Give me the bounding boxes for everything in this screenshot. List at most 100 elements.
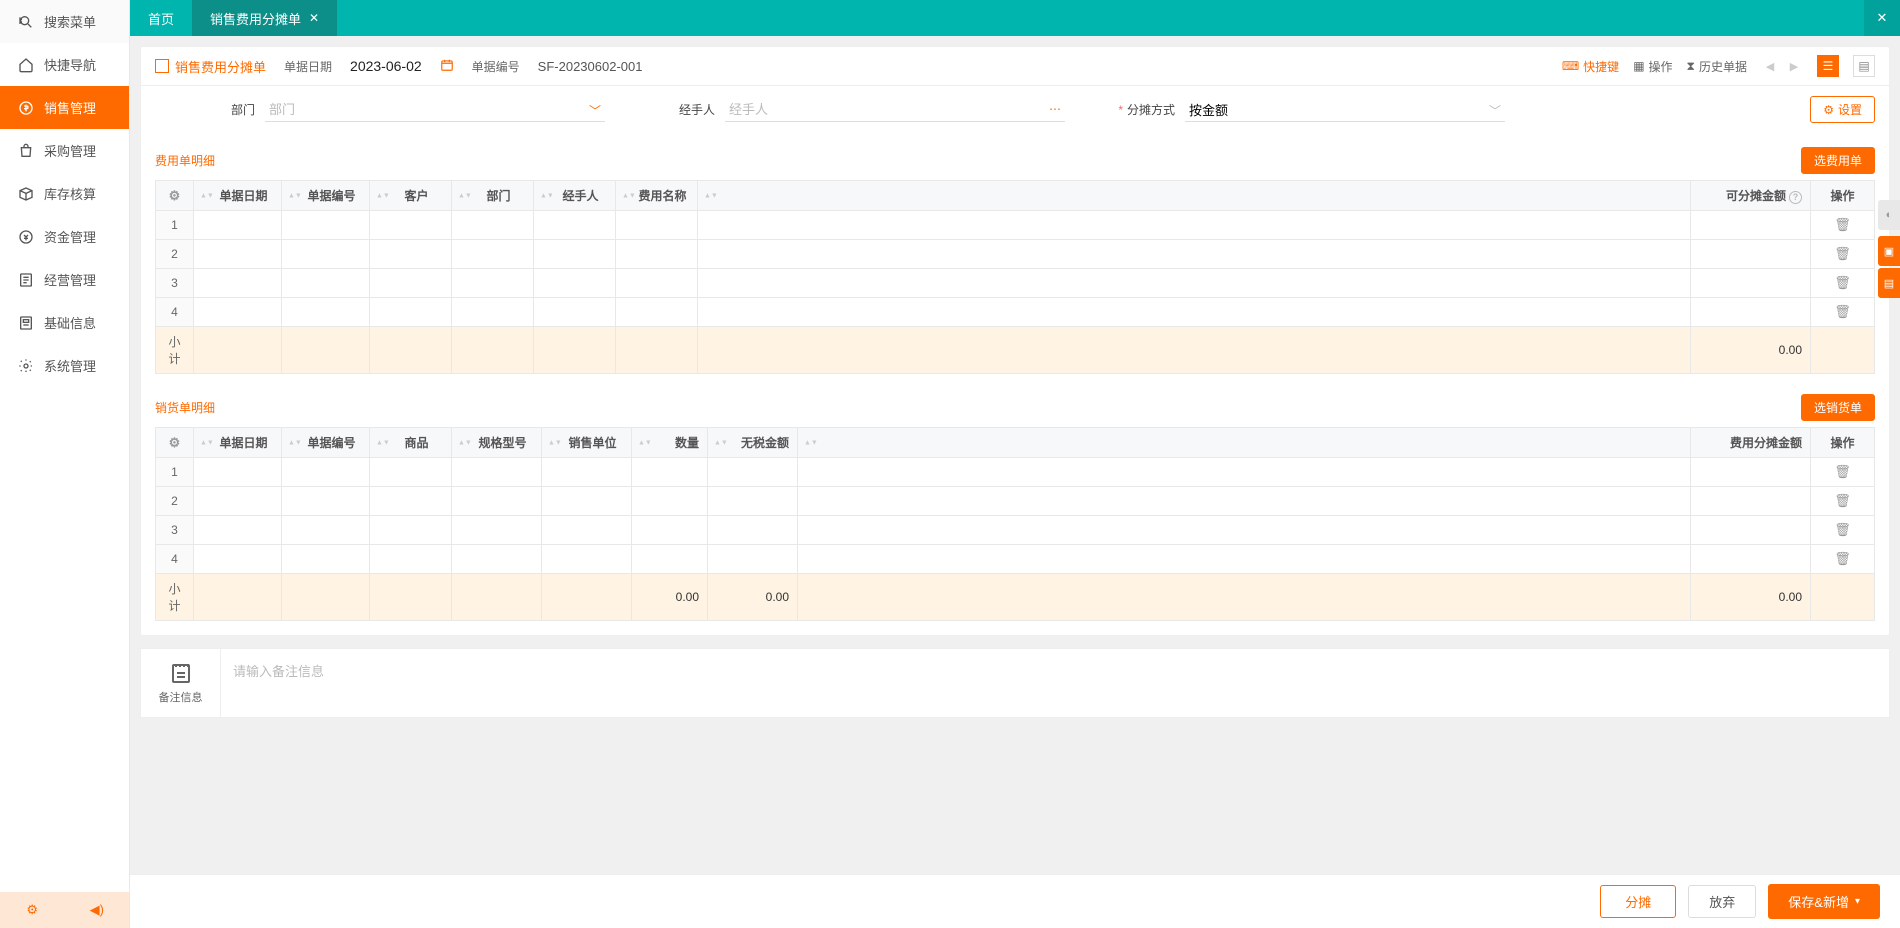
delete-icon[interactable]: 🗑 [1834,304,1851,319]
sidebar-item-finance[interactable]: 资金管理 [0,215,129,258]
section-expense-header: 费用单明细 选费用单 [141,141,1889,180]
col-gear[interactable]: ⚙ [156,428,194,458]
view-list-button[interactable]: ☰ [1817,55,1839,77]
view-card-button[interactable]: ▤ [1853,55,1875,77]
chevron-down-icon[interactable]: ﹀ [589,102,601,119]
col-feename[interactable]: ▲▼费用名称 [616,181,698,211]
delete-icon[interactable]: 🗑 [1834,275,1851,290]
delete-icon[interactable]: 🗑 [1834,464,1851,479]
sidebar-item-quicknav[interactable]: 快捷导航 [0,43,129,86]
row-number: 4 [156,298,194,327]
bag-icon [18,143,34,159]
handler-input[interactable] [725,98,1065,122]
col-gear[interactable]: ⚙ [156,181,194,211]
sidebar-item-label: 资金管理 [44,227,96,246]
col-no[interactable]: ▲▼单据编号 [282,181,370,211]
sidebar-collapse-button[interactable]: ◀) [65,892,130,928]
col-product[interactable]: ▲▼商品 [370,428,452,458]
nav-prev-button[interactable]: ◀ [1761,57,1779,75]
col-no[interactable]: ▲▼单据编号 [282,428,370,458]
col-spec[interactable]: ▲▼规格型号 [452,428,542,458]
date-value[interactable]: 2023-06-02 [350,58,422,74]
chevron-down-icon[interactable]: ﹀ [1489,102,1501,119]
sort-icon: ▲▼ [704,193,718,198]
tab-home[interactable]: 首页 [130,0,192,36]
remark-label: 备注信息 [159,689,203,705]
float-tab-collapse[interactable]: ◐ [1878,200,1900,230]
gear-icon: ⚙ [169,435,181,450]
tab-current[interactable]: 销售费用分摊单 ✕ [192,0,337,36]
discard-button[interactable]: 放弃 [1688,885,1756,918]
method-input[interactable] [1185,98,1505,122]
method-label: 分摊方式 [1115,101,1175,118]
delete-icon[interactable]: 🗑 [1834,522,1851,537]
date-label: 单据日期 [284,58,332,75]
col-alloc[interactable]: 费用分摊金额 [1691,428,1811,458]
sidebar-item-purchase[interactable]: 采购管理 [0,129,129,172]
col-alloc[interactable]: 可分摊金额? [1691,181,1811,211]
sidebar-item-system[interactable]: 系统管理 [0,344,129,387]
float-tabs: ◐ ▣ ▤ [1878,200,1900,300]
sidebar-item-inventory[interactable]: 库存核算 [0,172,129,215]
row-number: 3 [156,516,194,545]
row-number: 2 [156,487,194,516]
tab-close-all-button[interactable]: ✕ [1864,0,1900,36]
sidebar-item-search[interactable]: 搜索菜单 [0,0,129,43]
operate-button[interactable]: ▦操作 [1633,58,1672,75]
row-number: 1 [156,211,194,240]
col-dept[interactable]: ▲▼部门 [452,181,534,211]
record-nav: ◀ ▶ [1761,57,1803,75]
close-icon[interactable]: ✕ [309,11,319,25]
col-empty[interactable]: ▲▼ [798,428,1691,458]
delete-icon[interactable]: 🗑 [1834,493,1851,508]
sales-icon [18,100,34,116]
history-button[interactable]: ⧗历史单据 [1687,58,1747,75]
col-op: 操作 [1811,428,1875,458]
col-handler[interactable]: ▲▼经手人 [534,181,616,211]
delete-icon[interactable]: 🗑 [1834,246,1851,261]
float-tab-1[interactable]: ▣ [1878,236,1900,266]
sidebar-item-basicinfo[interactable]: 基础信息 [0,301,129,344]
shortcut-button[interactable]: ⌨快捷键 [1562,58,1619,75]
subtotal-value: 0.00 [1691,327,1811,374]
tabbar: 首页 销售费用分摊单 ✕ ✕ [130,0,1900,36]
delete-icon[interactable]: 🗑 [1834,217,1851,232]
col-date[interactable]: ▲▼单据日期 [194,428,282,458]
col-qty[interactable]: ▲▼数量 [632,428,708,458]
col-customer[interactable]: ▲▼客户 [370,181,452,211]
sidebar-item-sales[interactable]: 销售管理 [0,86,129,129]
remark-tab[interactable]: 备注信息 [141,649,221,717]
remark-textarea[interactable] [221,649,1889,713]
gear-icon: ⚙ [1823,103,1834,117]
nav-next-button[interactable]: ▶ [1785,57,1803,75]
sort-icon: ▲▼ [638,440,652,445]
allocate-button[interactable]: 分摊 [1600,885,1676,918]
col-untaxed[interactable]: ▲▼无税金额 [708,428,798,458]
gear-icon: ⚙ [26,902,38,918]
select-sales-button[interactable]: 选销货单 [1801,394,1875,421]
section-sales-header: 销货单明细 选销货单 [141,388,1889,427]
calendar-icon[interactable] [440,58,454,75]
save-button[interactable]: 保存&新增▾ [1768,884,1880,919]
more-icon[interactable]: ⋯ [1049,102,1061,116]
dept-label: 部门 [195,101,255,118]
expense-table: ⚙ ▲▼单据日期 ▲▼单据编号 ▲▼客户 ▲▼部门 ▲▼经手人 ▲▼费用名称 ▲… [155,180,1875,374]
float-tab-2[interactable]: ▤ [1878,268,1900,298]
subtotal-label: 小计 [156,327,194,374]
dept-input[interactable] [265,98,605,122]
sort-icon: ▲▼ [804,440,818,445]
sidebar-settings-button[interactable]: ⚙ [0,892,65,928]
settings-button[interactable]: ⚙设置 [1810,96,1875,123]
note-icon [169,661,193,685]
remark-card: 备注信息 [140,648,1890,718]
sidebar-item-operations[interactable]: 经营管理 [0,258,129,301]
col-empty[interactable]: ▲▼ [698,181,1691,211]
select-expense-button[interactable]: 选费用单 [1801,147,1875,174]
sort-icon: ▲▼ [200,440,214,445]
col-unit[interactable]: ▲▼销售单位 [542,428,632,458]
col-date[interactable]: ▲▼单据日期 [194,181,282,211]
delete-icon[interactable]: 🗑 [1834,551,1851,566]
close-icon: ✕ [1877,10,1888,26]
help-icon[interactable]: ? [1789,191,1802,204]
report-icon [18,272,34,288]
